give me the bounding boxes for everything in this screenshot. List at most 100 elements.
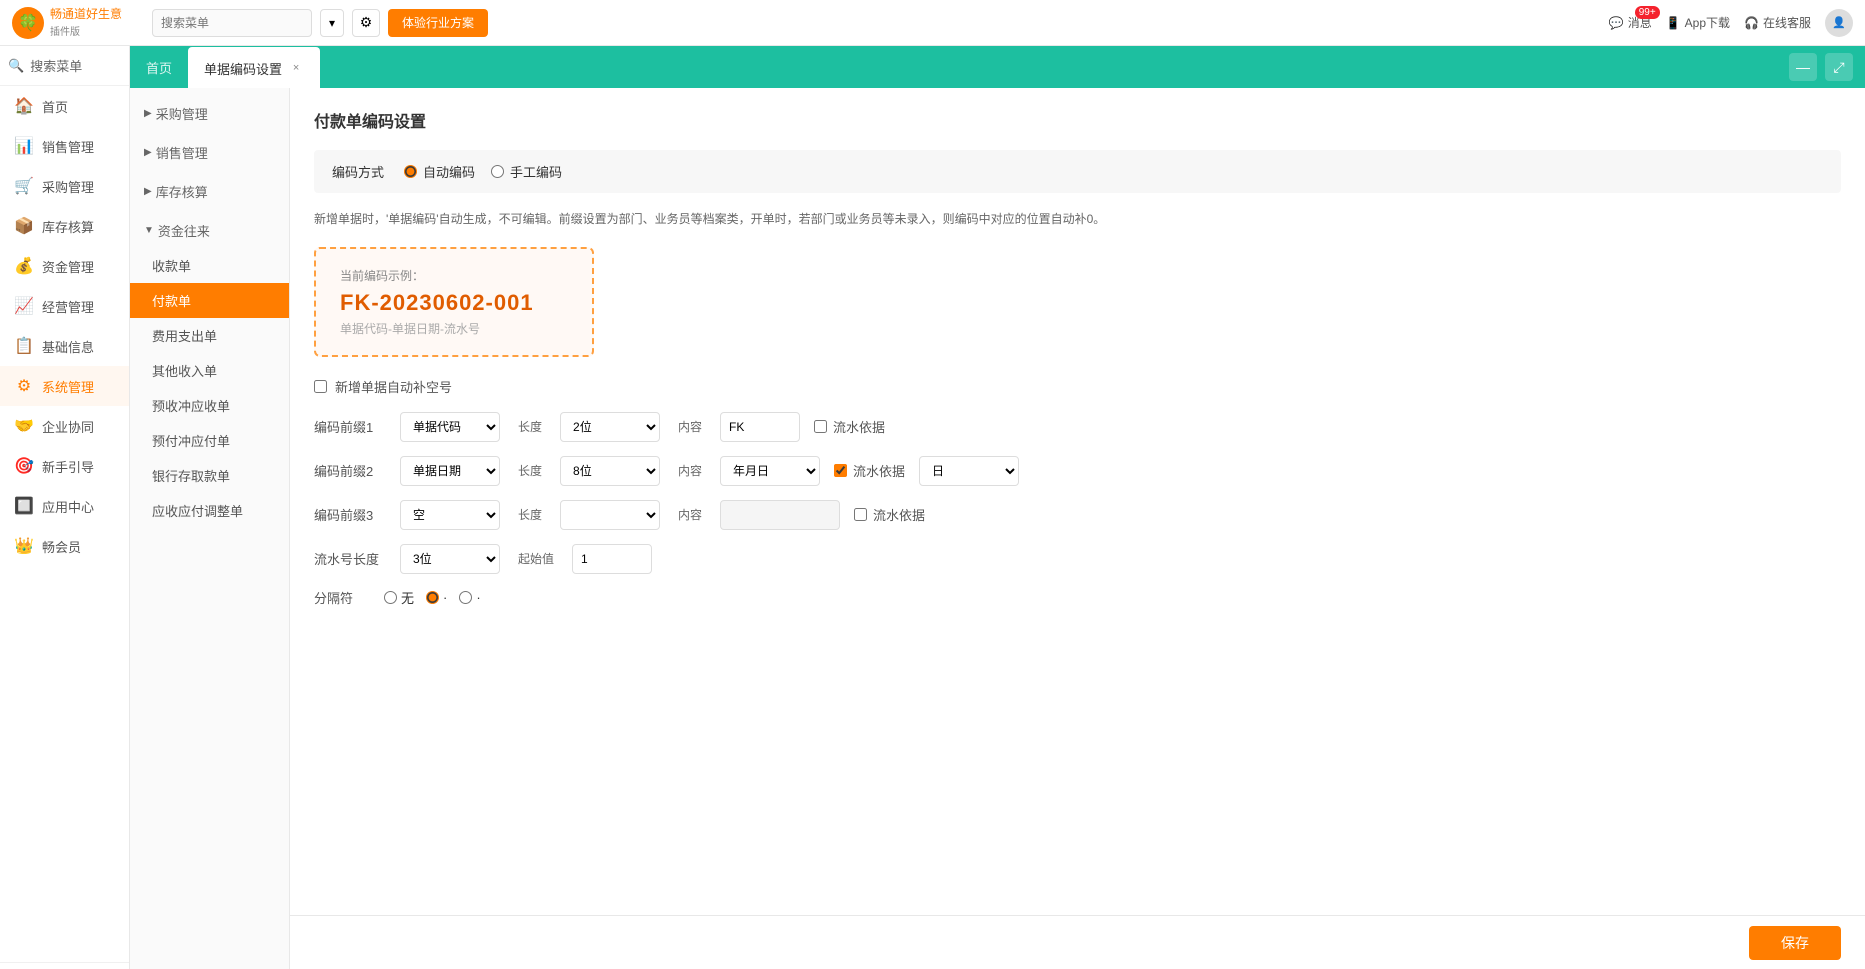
experience-btn[interactable]: 体验行业方案 [388,9,488,37]
enterprise-icon: 🤝 [14,416,34,436]
sep-dot-radio[interactable] [426,591,439,604]
apps-icon: 🔲 [14,496,34,516]
manual-encode-option[interactable]: 手工编码 [491,162,562,181]
sub-menu-item-other-income[interactable]: 其他收入单 [130,353,289,388]
sidebar-item-sales-label: 销售管理 [42,137,94,156]
content1-input[interactable] [720,412,800,442]
user-avatar[interactable]: 👤 [1825,9,1853,37]
message-btn[interactable]: 💬 消息 99+ [1609,14,1652,31]
left-sidebar: 🔍 搜索菜单 🏠 首页 📊 销售管理 🛒 采购管理 📦 库存核算 💰 资金管理 … [0,46,130,969]
auto-encode-radio[interactable] [404,165,417,178]
header-dropdown-btn[interactable]: ▾ [320,9,344,37]
sub-menu-purchase-label: 采购管理 [156,104,208,123]
sub-menu-purchase: ▶ 采购管理 [130,96,289,131]
sep-dash-radio[interactable] [459,591,472,604]
sub-menu-item-bank[interactable]: 银行存取款单 [130,458,289,493]
sub-menu-capital-title[interactable]: ▼ 资金往来 [130,213,289,248]
search-icon: 🔍 [8,58,24,74]
encoding-method-label: 编码方式 [332,162,384,181]
sidebar-item-inventory[interactable]: 📦 库存核算 [0,206,129,246]
sidebar-item-system[interactable]: ⚙ 系统管理 [0,366,129,406]
sub-menu-item-adjustment[interactable]: 应收应付调整单 [130,493,289,528]
sidebar-item-guide[interactable]: 🎯 新手引导 [0,446,129,486]
tab-maximize-btn[interactable]: ⤢ [1825,53,1853,81]
home-icon: 🏠 [14,96,34,116]
sub-menu-sales-title[interactable]: ▶ 销售管理 [130,135,289,170]
phone-icon: 📱 [1666,16,1681,30]
sep-dash-option[interactable]: · [459,590,480,605]
length3-label: 长度 [514,506,546,523]
sidebar-item-vip[interactable]: 👑 畅会员 [0,526,129,566]
preview-box: 当前编码示例： FK-20230602-001 单据代码-单据日期-流水号 [314,247,594,357]
save-button[interactable]: 保存 [1749,926,1841,960]
sub-menu-purchase-title[interactable]: ▶ 采购管理 [130,96,289,131]
online-service-btn[interactable]: 🎧 在线客服 [1744,14,1811,31]
sub-menu-item-receipt[interactable]: 收款单 [130,248,289,283]
header-right: 💬 消息 99+ 📱 App下载 🎧 在线客服 👤 [1609,9,1853,37]
sidebar-item-sales[interactable]: 📊 销售管理 [0,126,129,166]
length1-select[interactable]: 2位 [560,412,660,442]
save-bar: 保存 [290,915,1865,969]
sep-none-radio[interactable] [384,591,397,604]
sidebar-item-enterprise[interactable]: 🤝 企业协同 [0,406,129,446]
serial2-label: 流水依据 [853,461,905,480]
tab-close-btn[interactable]: × [288,60,304,76]
content2-select[interactable]: 年月日 [720,456,820,486]
sidebar-item-operations[interactable]: 📈 经营管理 [0,286,129,326]
prefix3-row: 编码前缀3 空 长度 内容 流水依据 [314,500,1841,530]
sub-menu-item-prepaid-payable[interactable]: 预付冲应付单 [130,423,289,458]
serial-length-select[interactable]: 3位 [400,544,500,574]
info-text: 新增单据时，'单据编码'自动生成，不可编辑。前缀设置为部门、业务员等档案类，开单… [314,209,1841,231]
prefix2-label: 编码前缀2 [314,461,386,480]
sales-icon: 📊 [14,136,34,156]
auto-encode-label: 自动编码 [423,162,475,181]
sidebar-item-home[interactable]: 🏠 首页 [0,86,129,126]
prefix2-select[interactable]: 单据日期 [400,456,500,486]
message-badge: 99+ [1635,6,1660,19]
header-search-input[interactable] [152,9,312,37]
sidebar-item-purchase[interactable]: 🛒 采购管理 [0,166,129,206]
tab-encoding-label: 单据编码设置 [204,59,282,78]
sub-menu-capital-label: 资金往来 [158,221,210,240]
sub-menu-item-expense[interactable]: 费用支出单 [130,318,289,353]
serial1-checkbox[interactable] [814,420,827,433]
start-value-input[interactable] [572,544,652,574]
sidebar-item-finance-label: 资金管理 [42,257,94,276]
sep-none-option[interactable]: 无 [384,588,414,607]
auto-encode-option[interactable]: 自动编码 [404,162,475,181]
logo-area: 🍀 畅通道好生意 插件版 [12,7,142,39]
content3-input[interactable] [720,500,840,530]
serial3-checkbox[interactable] [854,508,867,521]
serial3-label: 流水依据 [873,505,925,524]
dropdown-icon: ▾ [329,16,335,30]
arrow-icon-3: ▶ [144,186,152,197]
prefix1-select[interactable]: 单据代码 [400,412,500,442]
length2-select[interactable]: 8位 [560,456,660,486]
header-gear-btn[interactable]: ⚙ [352,9,380,37]
sep-dash-label: · [476,590,480,605]
sidebar-item-apps[interactable]: 🔲 应用中心 [0,486,129,526]
sep-dot-option[interactable]: · [426,590,447,605]
serial3-checkbox-group: 流水依据 [854,505,925,524]
length3-select[interactable] [560,500,660,530]
sidebar-item-finance[interactable]: 💰 资金管理 [0,246,129,286]
sidebar-search[interactable]: 🔍 搜索菜单 [0,46,129,86]
sidebar-item-basic-info[interactable]: 📋 基础信息 [0,326,129,366]
sidebar-item-basic-info-label: 基础信息 [42,337,94,356]
sub-menu-item-prepaid-receivable[interactable]: 预收冲应收单 [130,388,289,423]
auto-fill-checkbox[interactable] [314,380,327,393]
sub-menu-inventory-title[interactable]: ▶ 库存核算 [130,174,289,209]
sidebar-item-operations-label: 经营管理 [42,297,94,316]
serial2-unit-select[interactable]: 日 [919,456,1019,486]
serial1-checkbox-group: 流水依据 [814,417,885,436]
sub-menu-item-payment[interactable]: 付款单 [130,283,289,318]
tab-encoding-settings[interactable]: 单据编码设置 × [188,47,320,89]
manual-encode-radio[interactable] [491,165,504,178]
main-layout: 🔍 搜索菜单 🏠 首页 📊 销售管理 🛒 采购管理 📦 库存核算 💰 资金管理 … [0,46,1865,969]
serial2-checkbox[interactable] [834,464,847,477]
tab-home[interactable]: 首页 [130,46,188,88]
prefix3-select[interactable]: 空 [400,500,500,530]
tab-minimize-btn[interactable]: — [1789,53,1817,81]
app-download-btn[interactable]: 📱 App下载 [1666,14,1730,31]
main-content: 付款单编码设置 编码方式 自动编码 手工编码 [290,88,1865,915]
